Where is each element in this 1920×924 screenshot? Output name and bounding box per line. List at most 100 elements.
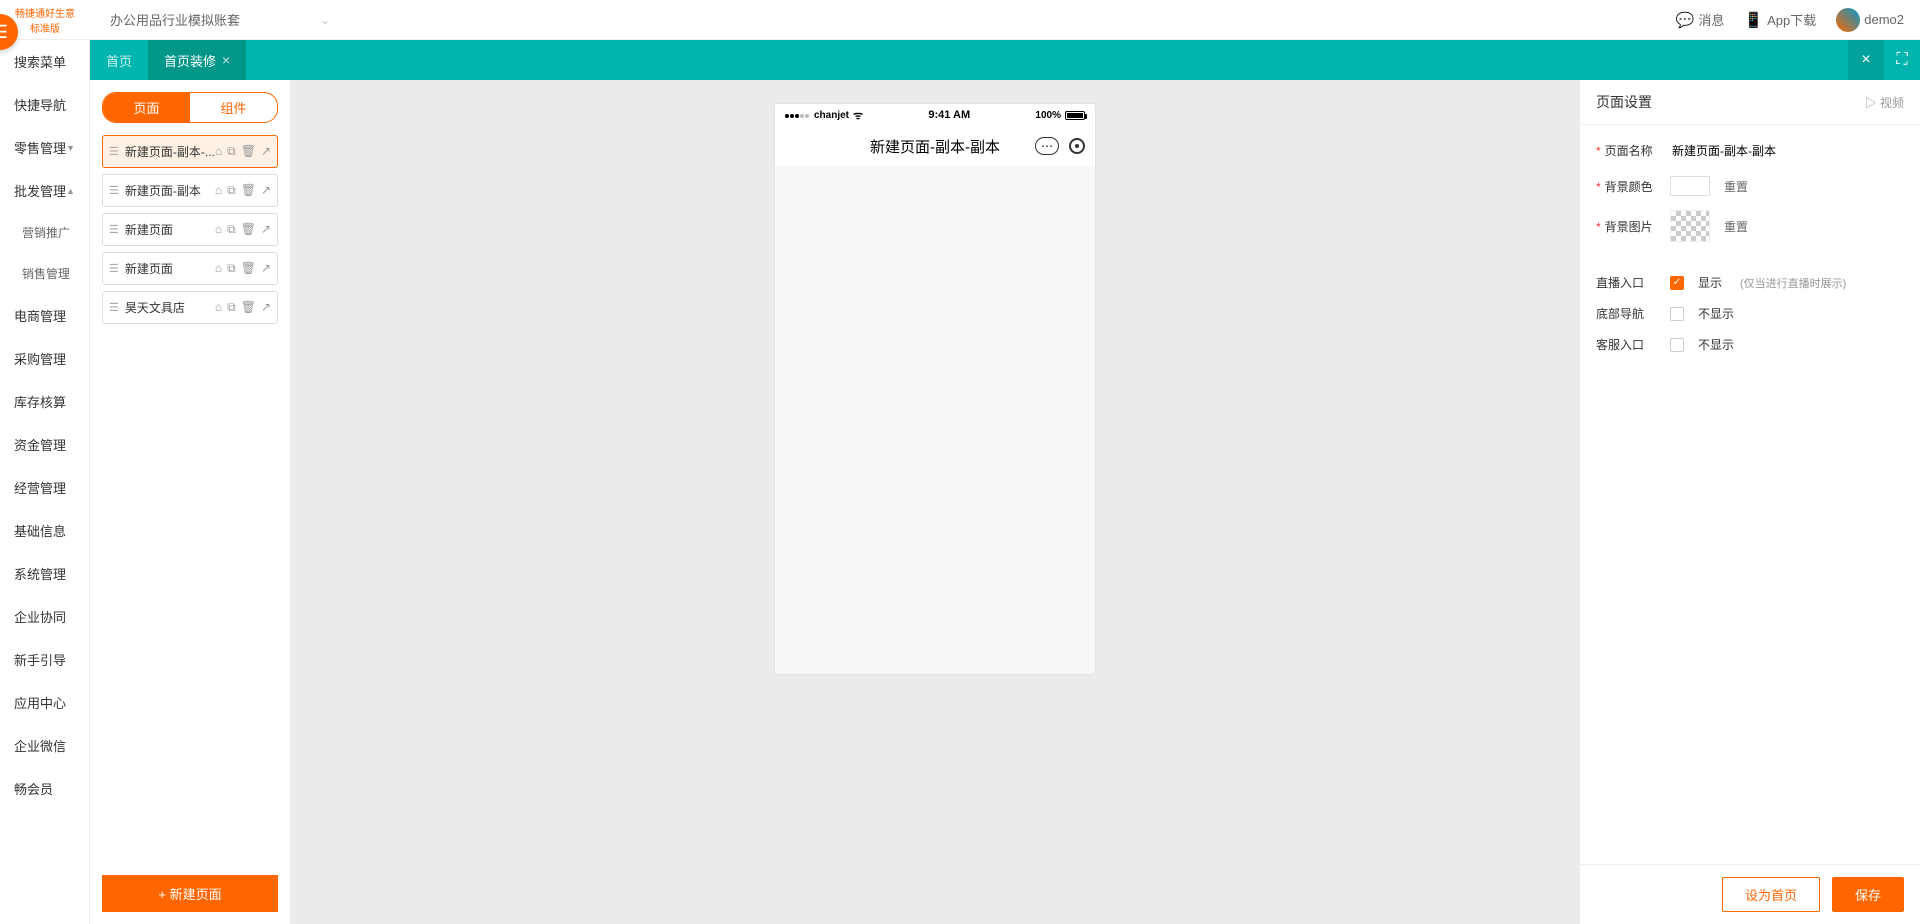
page-row[interactable]: ☰ 新建页面-副本-... ⌂ ⧉ 🗑 ↗	[102, 135, 278, 168]
copy-icon[interactable]: ⧉	[227, 144, 236, 159]
sidebar-item-sales[interactable]: 销售管理	[0, 253, 89, 294]
close-all-button[interactable]: ×	[1848, 40, 1884, 80]
delete-icon[interactable]: 🗑	[241, 183, 256, 198]
sidebar-item-finance[interactable]: 资金管理	[0, 423, 89, 466]
home-icon[interactable]: ⌂	[215, 144, 222, 159]
delete-icon[interactable]: 🗑	[241, 300, 256, 315]
sidebar-item-guide[interactable]: 新手引导	[0, 638, 89, 681]
new-page-button[interactable]: + 新建页面	[102, 875, 278, 912]
live-entry-label: 直播入口	[1596, 274, 1656, 291]
sidebar-item-system[interactable]: 系统管理	[0, 552, 89, 595]
sidebar-item-stock[interactable]: 库存核算	[0, 380, 89, 423]
user-menu[interactable]: demo2	[1836, 8, 1904, 32]
share-icon[interactable]: ↗	[261, 261, 271, 276]
top-header: 畅捷通好生意 标准版 办公用品行业模拟账套 ⌄ 💬 消息 📱 App下载 dem…	[0, 0, 1920, 40]
home-icon[interactable]: ⌂	[215, 183, 222, 198]
drag-handle-icon[interactable]: ☰	[109, 145, 119, 158]
kefu-checkbox[interactable]	[1670, 338, 1684, 352]
video-link[interactable]: ▷ 视频	[1865, 94, 1904, 111]
tab-decoration[interactable]: 首页装修 ×	[148, 40, 246, 80]
drag-handle-icon[interactable]: ☰	[109, 184, 119, 197]
live-entry-checkbox[interactable]: ✓	[1670, 276, 1684, 290]
page-row[interactable]: ☰ 新建页面 ⌂ ⧉ 🗑 ↗	[102, 252, 278, 285]
drag-handle-icon[interactable]: ☰	[109, 301, 119, 314]
battery-icon	[1065, 111, 1085, 120]
pages-panel: 页面 组件 ☰ 新建页面-副本-... ⌂ ⧉ 🗑 ↗	[90, 80, 290, 924]
share-icon[interactable]: ↗	[261, 144, 271, 159]
sidebar-item-retail[interactable]: 零售管理▼	[0, 126, 89, 169]
set-home-button[interactable]: 设为首页	[1722, 877, 1820, 912]
more-icon[interactable]: ⋯	[1035, 137, 1059, 155]
home-icon[interactable]: ⌂	[215, 222, 222, 237]
copy-icon[interactable]: ⧉	[227, 222, 236, 237]
page-row[interactable]: ☰ 昊天文具店 ⌂ ⧉ 🗑 ↗	[102, 291, 278, 324]
sidebar-item-quicknav[interactable]: 快捷导航	[0, 83, 89, 126]
kefu-hide-label: 不显示	[1698, 336, 1734, 353]
save-button[interactable]: 保存	[1832, 877, 1904, 912]
sidebar-item-operations[interactable]: 经营管理	[0, 466, 89, 509]
page-title: 新建页面-副本-副本	[870, 136, 1000, 157]
bg-color-swatch[interactable]	[1670, 176, 1710, 196]
app-name-selector[interactable]: 办公用品行业模拟账套	[110, 10, 240, 29]
messages-link[interactable]: 💬 消息	[1676, 10, 1725, 29]
bottom-nav-hide-label: 不显示	[1698, 305, 1734, 322]
sidebar-item-purchase[interactable]: 采购管理	[0, 337, 89, 380]
copy-icon[interactable]: ⧉	[227, 261, 236, 276]
sidebar-item-marketing[interactable]: 营销推广	[0, 212, 89, 253]
bg-image-reset[interactable]: 重置	[1724, 218, 1748, 235]
caret-up-icon: ▲	[66, 186, 75, 196]
bg-image-picker[interactable]	[1670, 210, 1710, 242]
tab-home[interactable]: 首页	[90, 40, 148, 80]
home-icon[interactable]: ⌂	[215, 261, 222, 276]
seg-component[interactable]: 组件	[190, 93, 277, 122]
page-name-input[interactable]	[1670, 139, 1904, 162]
bg-color-reset[interactable]: 重置	[1724, 178, 1748, 195]
brand-text: 畅捷通好生意	[15, 5, 75, 20]
tabs-bar: 首页 首页装修 × × ⛶	[90, 40, 1920, 80]
sidebar-item-wholesale[interactable]: 批发管理▲	[0, 169, 89, 212]
message-icon: 💬	[1676, 11, 1695, 29]
page-row-name: 昊天文具店	[125, 299, 215, 316]
target-icon[interactable]	[1069, 138, 1085, 154]
time-label: 9:41 AM	[928, 109, 970, 121]
chevron-down-icon[interactable]: ⌄	[320, 13, 330, 27]
copy-icon[interactable]: ⧉	[227, 300, 236, 315]
share-icon[interactable]: ↗	[261, 183, 271, 198]
user-name: demo2	[1864, 12, 1904, 27]
app-download-link[interactable]: 📱 App下载	[1744, 10, 1816, 29]
sidebar-item-vip[interactable]: 畅会员	[0, 767, 89, 810]
version-text: 标准版	[30, 20, 60, 35]
share-icon[interactable]: ↗	[261, 300, 271, 315]
share-icon[interactable]: ↗	[261, 222, 271, 237]
page-row[interactable]: ☰ 新建页面-副本 ⌂ ⧉ 🗑 ↗	[102, 174, 278, 207]
messages-label: 消息	[1698, 10, 1724, 29]
carrier-label: chanjet	[814, 110, 849, 121]
avatar	[1836, 8, 1860, 32]
mobile-icon: 📱	[1744, 11, 1763, 29]
page-name-label: 页面名称	[1605, 144, 1653, 158]
copy-icon[interactable]: ⧉	[227, 183, 236, 198]
tab-close-icon[interactable]: ×	[222, 52, 230, 68]
drag-handle-icon[interactable]: ☰	[109, 223, 119, 236]
delete-icon[interactable]: 🗑	[241, 144, 256, 159]
bottom-nav-checkbox[interactable]	[1670, 307, 1684, 321]
page-row-name: 新建页面	[125, 221, 215, 238]
wifi-icon: ᯤ	[853, 108, 863, 123]
home-icon[interactable]: ⌂	[215, 300, 222, 315]
sidebar-item-wechat[interactable]: 企业微信	[0, 724, 89, 767]
sidebar-item-basicinfo[interactable]: 基础信息	[0, 509, 89, 552]
delete-icon[interactable]: 🗑	[241, 222, 256, 237]
sidebar-item-collab[interactable]: 企业协同	[0, 595, 89, 638]
page-row-name: 新建页面-副本	[125, 182, 215, 199]
sidebar-item-ecommerce[interactable]: 电商管理	[0, 294, 89, 337]
signal-icon	[785, 110, 810, 121]
seg-page[interactable]: 页面	[103, 93, 190, 122]
sidebar: 搜索菜单 快捷导航 零售管理▼ 批发管理▲ 营销推广 销售管理 电商管理 采购管…	[0, 40, 90, 924]
sidebar-item-appcenter[interactable]: 应用中心	[0, 681, 89, 724]
sidebar-item-search[interactable]: 搜索菜单	[0, 40, 89, 83]
delete-icon[interactable]: 🗑	[241, 261, 256, 276]
fullscreen-button[interactable]: ⛶	[1884, 40, 1920, 80]
page-row[interactable]: ☰ 新建页面 ⌂ ⧉ 🗑 ↗	[102, 213, 278, 246]
page-row-name: 新建页面	[125, 260, 215, 277]
drag-handle-icon[interactable]: ☰	[109, 262, 119, 275]
